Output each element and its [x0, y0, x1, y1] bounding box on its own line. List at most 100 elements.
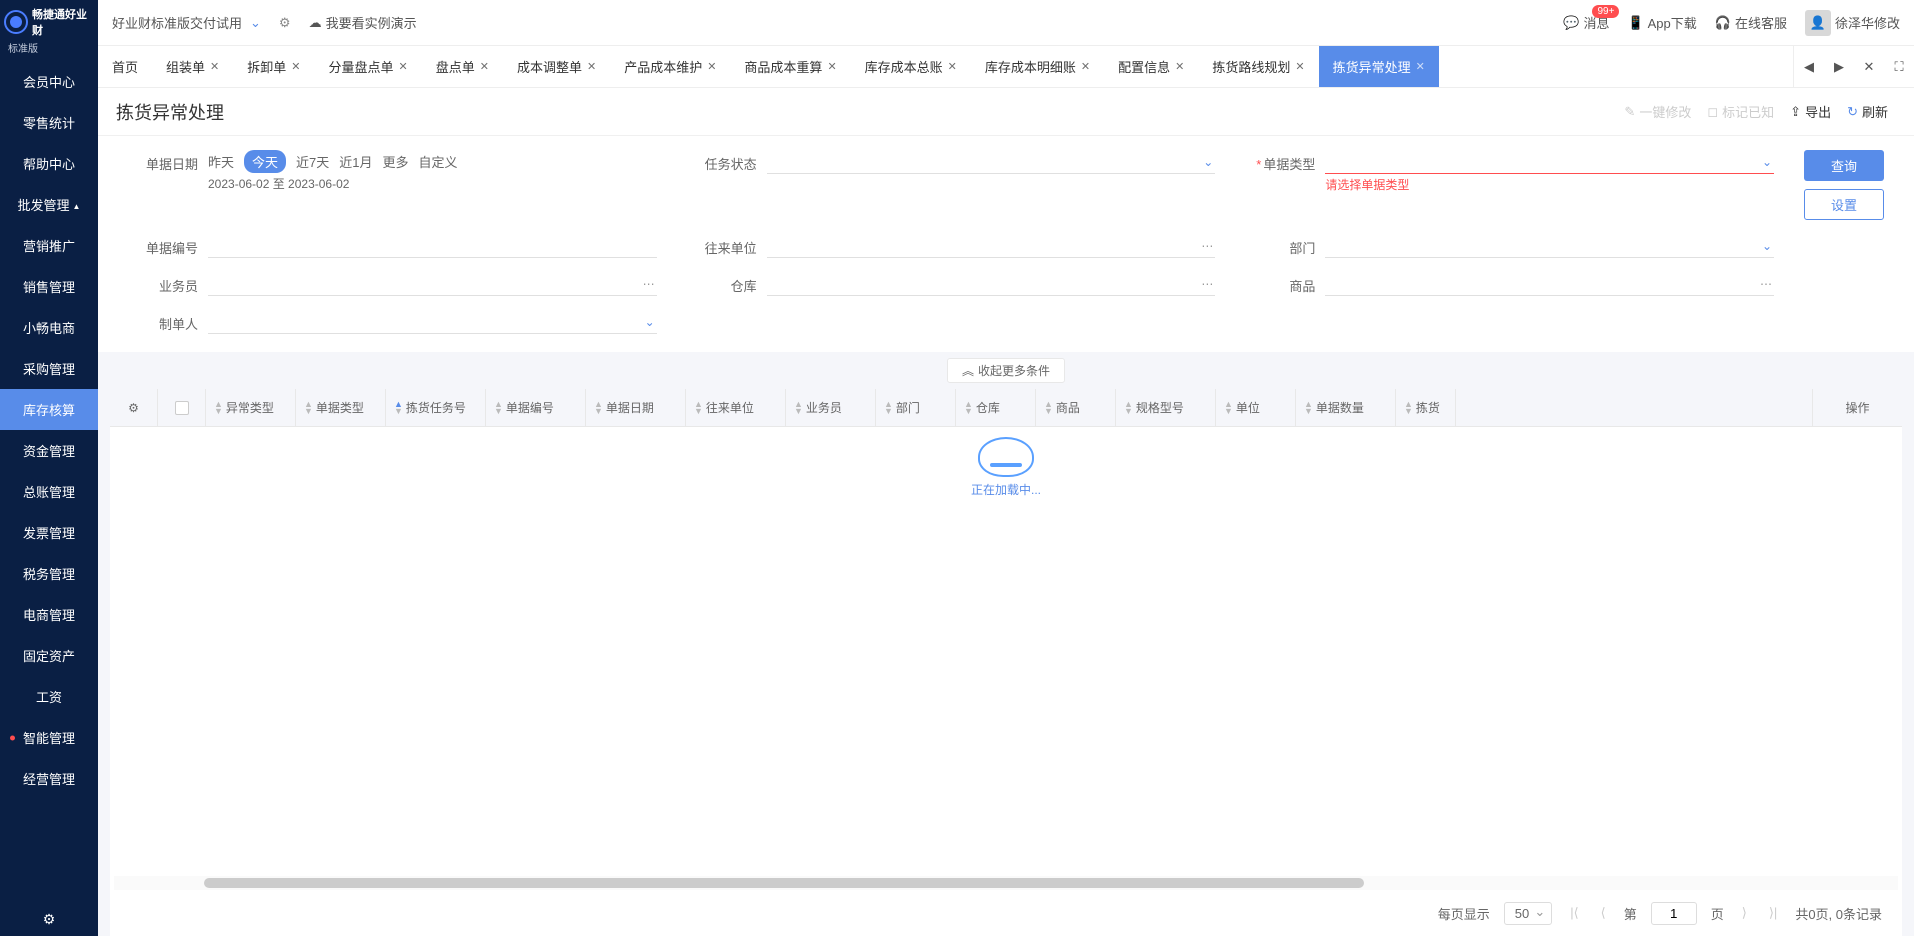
tab[interactable]: 商品成本重算✕ [730, 46, 850, 87]
date-option[interactable]: 近7天 [296, 152, 329, 171]
scrollbar-thumb[interactable] [204, 878, 1364, 888]
sidebar-item[interactable]: 智能管理 [0, 717, 98, 758]
app-selector[interactable]: 好业财标准版交付试用 ⌄ [112, 13, 261, 32]
tab-prev[interactable]: ◀ [1794, 46, 1824, 87]
chevron-down-icon[interactable]: ⌄ [1762, 239, 1772, 253]
sidebar-item[interactable]: 总账管理 [0, 471, 98, 512]
more-icon[interactable]: ⋯ [1201, 277, 1213, 291]
salesman-input[interactable] [208, 272, 657, 296]
close-icon[interactable]: ✕ [480, 60, 489, 73]
sidebar-item[interactable]: 会员中心 [0, 61, 98, 102]
sidebar-item[interactable]: 批发管理 [0, 184, 98, 225]
column-header[interactable]: ▲▼拣货 [1396, 389, 1456, 426]
close-icon[interactable]: ✕ [827, 60, 836, 73]
horizontal-scrollbar[interactable] [114, 876, 1898, 890]
prev-page[interactable]: ⟨ [1597, 905, 1610, 921]
chevron-down-icon[interactable]: ⌄ [1762, 155, 1772, 169]
column-header[interactable]: ▲▼拣货任务号 [386, 389, 486, 426]
settings-icon[interactable]: ⚙ [43, 911, 56, 927]
close-icon[interactable]: ✕ [948, 60, 957, 73]
sidebar-item[interactable]: 帮助中心 [0, 143, 98, 184]
tab-next[interactable]: ▶ [1824, 46, 1854, 87]
tab[interactable]: 成本调整单✕ [503, 46, 610, 87]
creator-select[interactable] [208, 310, 657, 334]
warehouse-input[interactable] [767, 272, 1216, 296]
last-page[interactable]: ⟩| [1765, 905, 1781, 921]
column-header[interactable]: ▲▼仓库 [956, 389, 1036, 426]
tab[interactable]: 盘点单✕ [422, 46, 503, 87]
tab-close-all[interactable]: ✕ [1854, 46, 1884, 87]
column-header[interactable]: ▲▼单据类型 [296, 389, 386, 426]
date-option[interactable]: 更多 [383, 152, 409, 171]
one-click-edit-button[interactable]: ✎ 一键修改 [1616, 98, 1699, 125]
settings-button[interactable]: 设置 [1804, 189, 1884, 220]
sidebar-item[interactable]: 采购管理 [0, 348, 98, 389]
close-icon[interactable]: ✕ [1175, 60, 1184, 73]
doc-no-input[interactable] [208, 234, 657, 258]
date-option[interactable]: 今天 [244, 150, 286, 173]
sidebar-item[interactable]: 小畅电商 [0, 307, 98, 348]
user-menu[interactable]: 👤 徐泽华修改 [1805, 10, 1900, 36]
messages-button[interactable]: 💬 消息 99+ [1563, 13, 1609, 32]
tab[interactable]: 分量盘点单✕ [314, 46, 421, 87]
column-settings[interactable]: ⚙ [110, 389, 158, 426]
select-all[interactable] [158, 389, 206, 426]
sidebar-item[interactable]: 销售管理 [0, 266, 98, 307]
sidebar-item[interactable]: 工资 [0, 676, 98, 717]
more-icon[interactable]: ⋯ [1201, 239, 1213, 253]
query-button[interactable]: 查询 [1804, 150, 1884, 181]
sidebar-item[interactable]: 零售统计 [0, 102, 98, 143]
close-icon[interactable]: ✕ [210, 60, 219, 73]
close-icon[interactable]: ✕ [587, 60, 596, 73]
sidebar-item[interactable]: 库存核算 [0, 389, 98, 430]
tab[interactable]: 拣货异常处理✕ [1319, 46, 1439, 87]
refresh-button[interactable]: ↻ 刷新 [1839, 98, 1896, 125]
close-icon[interactable]: ✕ [291, 60, 300, 73]
mark-known-button[interactable]: ◻ 标记已知 [1699, 98, 1782, 125]
column-header[interactable]: ▲▼单据数量 [1296, 389, 1396, 426]
tab[interactable]: 库存成本明细账✕ [971, 46, 1104, 87]
sidebar-item[interactable]: 经营管理 [0, 758, 98, 799]
page-size-select[interactable]: 50 [1504, 902, 1552, 925]
tab[interactable]: 拣货路线规划✕ [1198, 46, 1318, 87]
tab[interactable]: 组装单✕ [152, 46, 233, 87]
column-header[interactable]: ▲▼单据编号 [486, 389, 586, 426]
date-option[interactable]: 昨天 [208, 152, 234, 171]
close-icon[interactable]: ✕ [1081, 60, 1090, 73]
export-button[interactable]: ⇪ 导出 [1782, 98, 1839, 125]
tab[interactable]: 配置信息✕ [1104, 46, 1198, 87]
sidebar-item[interactable]: 固定资产 [0, 635, 98, 676]
column-header[interactable]: ▲▼往来单位 [686, 389, 786, 426]
page-input[interactable] [1651, 902, 1697, 925]
partner-input[interactable] [767, 234, 1216, 258]
support-button[interactable]: 🎧 在线客服 [1715, 13, 1787, 32]
tab[interactable]: 产品成本维护✕ [610, 46, 730, 87]
doc-type-select[interactable] [1325, 150, 1774, 174]
close-icon[interactable]: ✕ [1295, 60, 1304, 73]
tab-fullscreen[interactable]: ⛶ [1884, 46, 1914, 87]
more-icon[interactable]: ⋯ [1760, 277, 1772, 291]
task-status-select[interactable] [767, 150, 1216, 174]
sidebar-item[interactable]: 营销推广 [0, 225, 98, 266]
sidebar-item[interactable]: 税务管理 [0, 553, 98, 594]
tab[interactable]: 首页 [98, 46, 152, 87]
product-input[interactable] [1325, 272, 1774, 296]
demo-link[interactable]: ☁ 我要看实例演示 [309, 13, 417, 32]
column-header[interactable]: ▲▼商品 [1036, 389, 1116, 426]
collapse-button[interactable]: ︽ 收起更多条件 [947, 358, 1065, 383]
column-header[interactable]: ▲▼部门 [876, 389, 956, 426]
close-icon[interactable]: ✕ [1416, 60, 1425, 73]
column-header[interactable]: ▲▼规格型号 [1116, 389, 1216, 426]
column-header[interactable]: ▲▼异常类型 [206, 389, 296, 426]
first-page[interactable]: |⟨ [1566, 905, 1582, 921]
chevron-down-icon[interactable]: ⌄ [645, 315, 655, 329]
sidebar-item[interactable]: 电商管理 [0, 594, 98, 635]
column-header[interactable]: ▲▼单据日期 [586, 389, 686, 426]
tab[interactable]: 库存成本总账✕ [851, 46, 971, 87]
close-icon[interactable]: ✕ [707, 60, 716, 73]
date-option[interactable]: 近1月 [339, 152, 372, 171]
chevron-down-icon[interactable]: ⌄ [1203, 155, 1213, 169]
more-icon[interactable]: ⋯ [643, 277, 655, 291]
tab[interactable]: 拆卸单✕ [233, 46, 314, 87]
close-icon[interactable]: ✕ [399, 60, 408, 73]
